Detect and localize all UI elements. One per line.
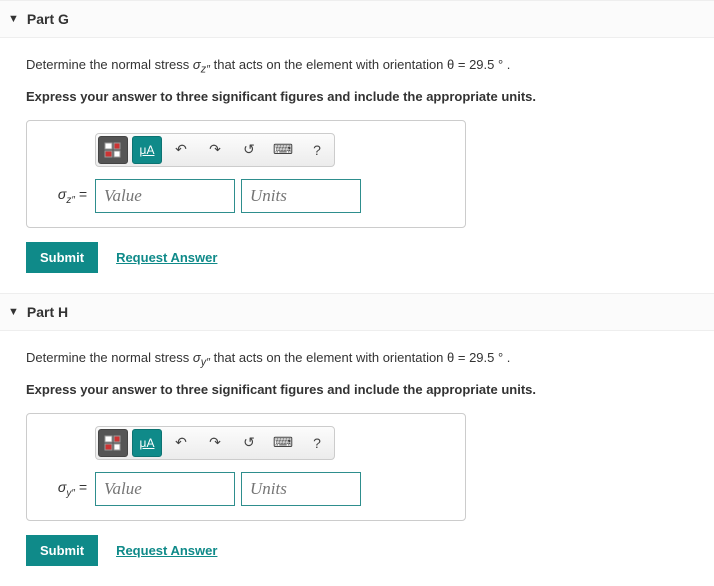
request-answer-link[interactable]: Request Answer	[116, 543, 217, 558]
part-g-body: Determine the normal stress σz″ that act…	[0, 38, 714, 273]
keyboard-icon[interactable]: ⌨	[268, 429, 298, 457]
stress-symbol: σy″	[193, 350, 210, 365]
submit-button[interactable]: Submit	[26, 535, 98, 566]
part-title: Part H	[27, 304, 68, 320]
part-title: Part G	[27, 11, 69, 27]
redo-icon[interactable]: ↷	[200, 429, 230, 457]
instruction-text: Express your answer to three significant…	[26, 381, 688, 399]
reset-icon[interactable]: ↺	[234, 429, 264, 457]
collapse-caret-icon: ▼	[8, 13, 19, 25]
template-picker-icon[interactable]	[98, 429, 128, 457]
stress-symbol: σz″	[193, 57, 210, 72]
variable-label: σy″ =	[41, 479, 89, 499]
submit-button[interactable]: Submit	[26, 242, 98, 273]
part-g-block: ▼ Part G Determine the normal stress σz″…	[0, 0, 714, 293]
keyboard-icon[interactable]: ⌨	[268, 136, 298, 164]
variable-label: σz″ =	[41, 186, 89, 206]
units-input[interactable]	[241, 179, 361, 213]
reset-icon[interactable]: ↺	[234, 136, 264, 164]
part-h-header[interactable]: ▼ Part H	[0, 293, 714, 331]
instruction-text: Express your answer to three significant…	[26, 88, 688, 106]
collapse-caret-icon: ▼	[8, 306, 19, 318]
template-picker-icon[interactable]	[98, 136, 128, 164]
input-row: σy″ =	[41, 472, 451, 506]
undo-icon[interactable]: ↶	[166, 429, 196, 457]
help-icon[interactable]: ?	[302, 136, 332, 164]
answer-box: μA ↶ ↷ ↺ ⌨ ? σy″ =	[26, 413, 466, 521]
answer-box: μA ↶ ↷ ↺ ⌨ ? σz″ =	[26, 120, 466, 228]
units-mu-button[interactable]: μA	[132, 136, 162, 164]
input-row: σz″ =	[41, 179, 451, 213]
part-h-block: ▼ Part H Determine the normal stress σy″…	[0, 293, 714, 586]
formatting-toolbar: μA ↶ ↷ ↺ ⌨ ?	[95, 426, 335, 460]
units-input[interactable]	[241, 472, 361, 506]
prompt-text: Determine the normal stress σy″ that act…	[26, 349, 688, 371]
prompt-text: Determine the normal stress σz″ that act…	[26, 56, 688, 78]
request-answer-link[interactable]: Request Answer	[116, 250, 217, 265]
value-input[interactable]	[95, 179, 235, 213]
help-icon[interactable]: ?	[302, 429, 332, 457]
units-mu-button[interactable]: μA	[132, 429, 162, 457]
part-g-header[interactable]: ▼ Part G	[0, 0, 714, 38]
redo-icon[interactable]: ↷	[200, 136, 230, 164]
formatting-toolbar: μA ↶ ↷ ↺ ⌨ ?	[95, 133, 335, 167]
undo-icon[interactable]: ↶	[166, 136, 196, 164]
action-row: Submit Request Answer	[26, 535, 688, 566]
value-input[interactable]	[95, 472, 235, 506]
part-h-body: Determine the normal stress σy″ that act…	[0, 331, 714, 566]
action-row: Submit Request Answer	[26, 242, 688, 273]
